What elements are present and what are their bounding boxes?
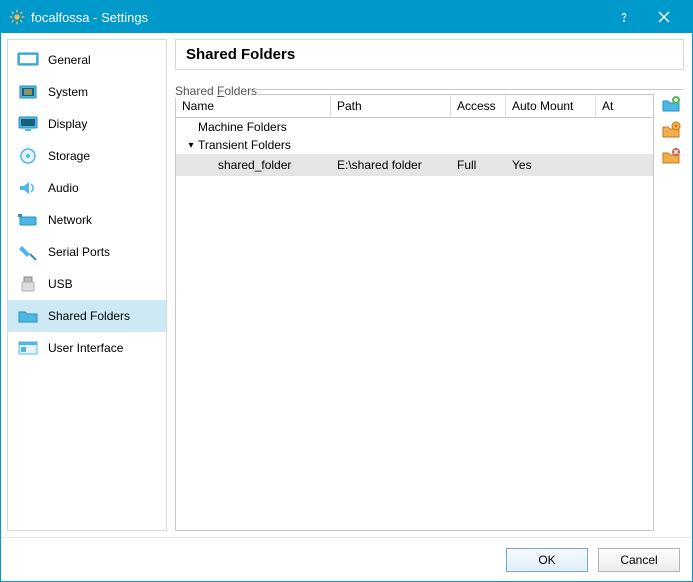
cell-auto-mount: Yes [506, 156, 596, 174]
audio-icon [16, 178, 40, 198]
sidebar-item-label: System [48, 85, 88, 99]
system-icon [16, 82, 40, 102]
sidebar-item-system[interactable]: System [8, 76, 166, 108]
sidebar-item-user-interface[interactable]: User Interface [8, 332, 166, 364]
folder-actions [660, 94, 684, 531]
cell-access: Full [451, 156, 506, 174]
column-header-at[interactable]: At [596, 95, 653, 117]
group-label: Machine Folders [198, 120, 287, 134]
sidebar-item-label: Audio [48, 181, 79, 195]
sidebar-item-shared-folders[interactable]: Shared Folders [8, 300, 166, 332]
ok-button[interactable]: OK [506, 548, 588, 572]
sidebar-item-network[interactable]: Network [8, 204, 166, 236]
sidebar-item-usb[interactable]: USB [8, 268, 166, 300]
sidebar-item-storage[interactable]: Storage [8, 140, 166, 172]
titlebar: focalfossa - Settings [1, 1, 692, 33]
sidebar-item-label: Display [48, 117, 87, 131]
add-folder-button[interactable] [660, 94, 682, 116]
group-machine-folders[interactable]: Machine Folders [176, 118, 653, 136]
group-transient-folders[interactable]: ▾ Transient Folders [176, 136, 653, 154]
user-interface-icon [16, 338, 40, 358]
cell-path: E:\shared folder [331, 156, 451, 174]
storage-icon [16, 146, 40, 166]
dialog-footer: OK Cancel [1, 537, 692, 581]
chevron-down-icon: ▾ [184, 140, 198, 151]
groupbox-separator [255, 89, 684, 90]
sidebar-item-audio[interactable]: Audio [8, 172, 166, 204]
close-button[interactable] [644, 1, 684, 33]
gear-icon [9, 9, 25, 25]
sidebar-item-label: Serial Ports [48, 245, 110, 259]
shared-folders-table[interactable]: Name Path Access Auto Mount At Machine F… [175, 94, 654, 531]
column-header-auto-mount[interactable]: Auto Mount [506, 95, 596, 117]
serial-ports-icon [16, 242, 40, 262]
general-icon [16, 50, 40, 70]
remove-folder-button[interactable] [660, 146, 682, 168]
sidebar-item-label: USB [48, 277, 73, 291]
sidebar-item-general[interactable]: General [8, 44, 166, 76]
edit-folder-button[interactable] [660, 120, 682, 142]
cell-at [596, 156, 653, 174]
sidebar-item-label: Storage [48, 149, 90, 163]
sidebar-item-display[interactable]: Display [8, 108, 166, 140]
network-icon [16, 210, 40, 230]
table-header: Name Path Access Auto Mount At [176, 95, 653, 118]
cancel-button[interactable]: Cancel [598, 548, 680, 572]
group-label: Transient Folders [198, 138, 291, 152]
groupbox-label: Shared Folders [175, 84, 257, 98]
shared-folders-icon [16, 306, 40, 326]
window-title: focalfossa - Settings [31, 10, 604, 25]
table-row[interactable]: shared_folder E:\shared folder Full Yes [176, 154, 653, 176]
sidebar-item-label: Shared Folders [48, 309, 130, 323]
sidebar-item-label: User Interface [48, 341, 123, 355]
usb-icon [16, 274, 40, 294]
column-header-name[interactable]: Name [176, 95, 331, 117]
cell-name: shared_folder [176, 156, 331, 174]
column-header-access[interactable]: Access [451, 95, 506, 117]
sidebar-item-serial-ports[interactable]: Serial Ports [8, 236, 166, 268]
column-header-path[interactable]: Path [331, 95, 451, 117]
page-title: Shared Folders [175, 39, 684, 70]
sidebar-item-label: Network [48, 213, 92, 227]
settings-sidebar: General System Display Storage Audio Net… [7, 39, 167, 531]
sidebar-item-label: General [48, 53, 91, 67]
display-icon [16, 114, 40, 134]
help-button[interactable] [604, 1, 644, 33]
